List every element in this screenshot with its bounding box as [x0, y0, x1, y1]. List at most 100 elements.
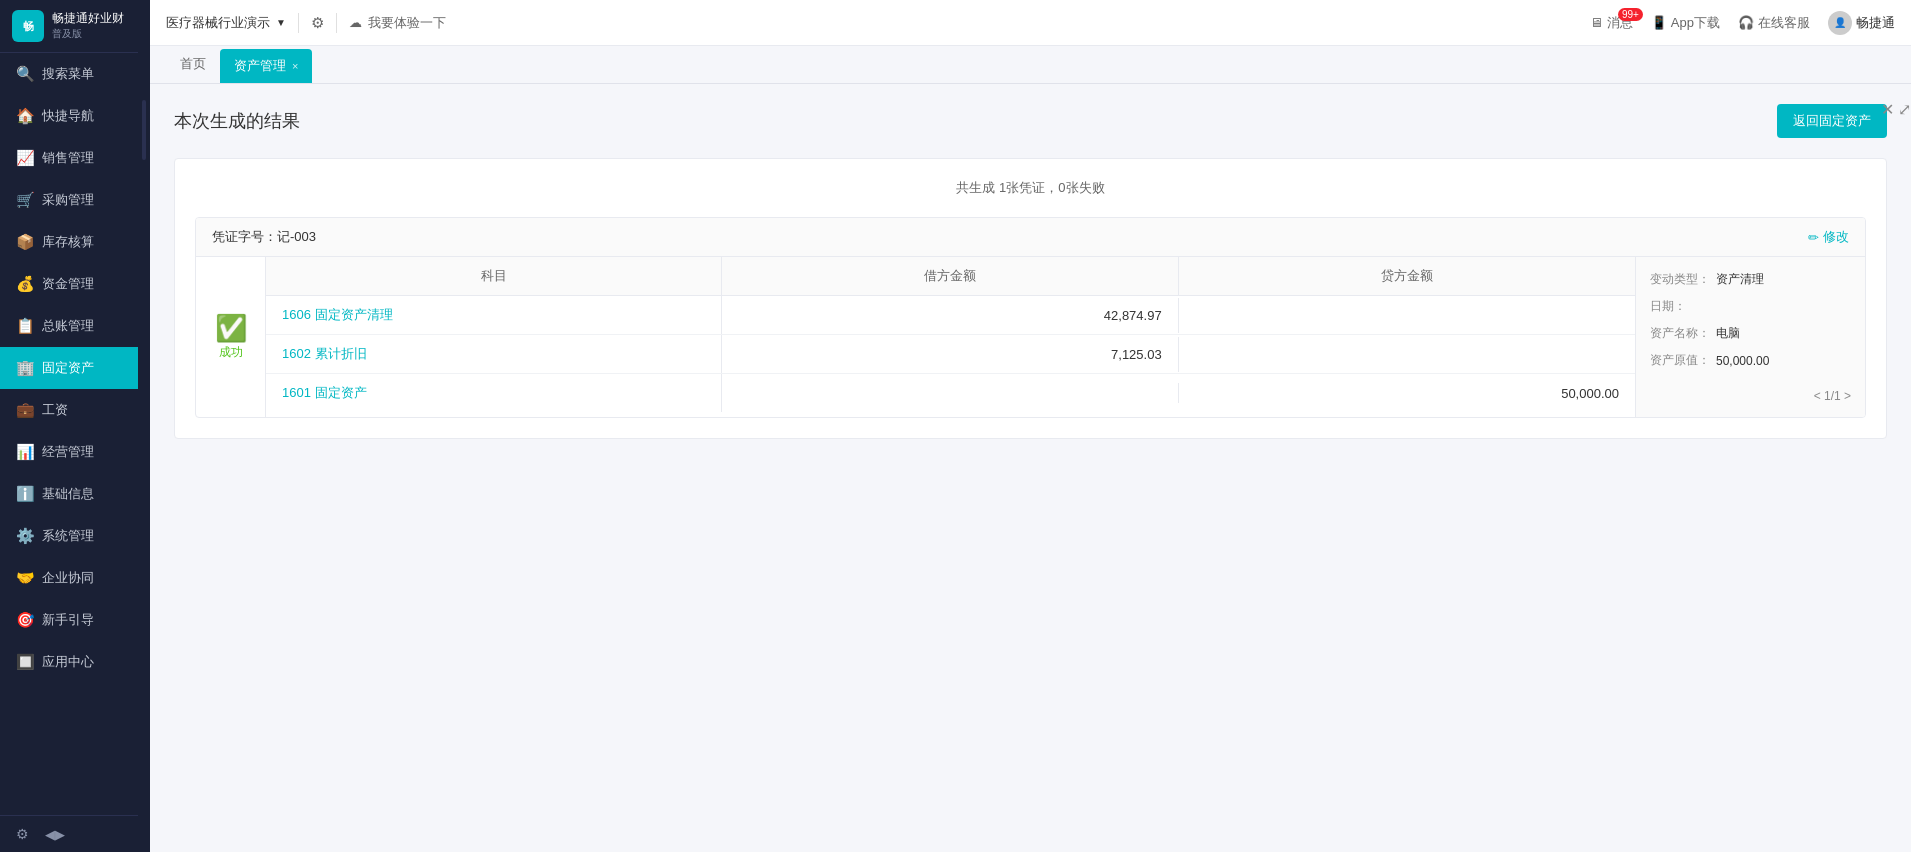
sidebar-item-basic-info[interactable]: ℹ️ 基础信息 [0, 473, 150, 515]
sidebar-item-quick-nav[interactable]: 🏠 快捷导航 [0, 95, 150, 137]
sidebar-nav: 🔍 搜索菜单 🏠 快捷导航 📈 销售管理 🛒 采购管理 📦 库存核算 💰 资金管… [0, 53, 150, 815]
brand-edition: 普及版 [52, 27, 124, 41]
sidebar-item-ledger[interactable]: 📋 总账管理 [0, 305, 150, 347]
tab-close-icon[interactable]: × [292, 60, 298, 72]
online-service-button[interactable]: 🎧 在线客服 [1738, 14, 1810, 32]
sidebar-item-funds[interactable]: 💰 资金管理 [0, 263, 150, 305]
change-type-row: 变动类型： 资产清理 [1650, 271, 1851, 288]
row3-debit [722, 383, 1178, 403]
sidebar-item-inventory[interactable]: 📦 库存核算 [0, 221, 150, 263]
sidebar: 畅 畅捷通好业财 普及版 🔍 搜索菜单 🏠 快捷导航 📈 销售管理 🛒 采购管理… [0, 0, 150, 852]
sidebar-item-operations[interactable]: 📊 经营管理 [0, 431, 150, 473]
sidebar-label-operations: 经营管理 [42, 443, 94, 461]
sidebar-item-guide[interactable]: 🎯 新手引导 [0, 599, 150, 641]
row2-debit: 7,125.03 [722, 337, 1178, 372]
result-summary: 共生成 1张凭证，0张失败 [195, 179, 1866, 197]
voucher-block: 凭证字号：记-003 ✏ 修改 ✅ 成功 [195, 217, 1866, 418]
purchase-icon: 🛒 [16, 191, 34, 209]
sidebar-item-payroll[interactable]: 💼 工资 [0, 389, 150, 431]
row3-credit: 50,000.00 [1179, 376, 1635, 411]
sidebar-item-enterprise[interactable]: 🤝 企业协同 [0, 557, 150, 599]
sidebar-item-system[interactable]: ⚙️ 系统管理 [0, 515, 150, 557]
avatar-icon: 👤 [1834, 17, 1846, 28]
experience-button[interactable]: ☁ 我要体验一下 [349, 14, 446, 32]
row1-debit: 42,874.97 [722, 298, 1178, 333]
voucher-header: 凭证字号：记-003 ✏ 修改 [196, 218, 1865, 257]
messages-button[interactable]: 🖥 消息 99+ [1590, 14, 1633, 32]
voucher-body: ✅ 成功 科目 借方金额 贷方金额 1606 固定资产清理 [196, 257, 1865, 417]
sidebar-label-system: 系统管理 [42, 527, 94, 545]
pagination[interactable]: < 1/1 > [1650, 389, 1851, 403]
payroll-icon: 💼 [16, 401, 34, 419]
page-title: 本次生成的结果 [174, 109, 300, 133]
sidebar-label-quick-nav: 快捷导航 [42, 107, 94, 125]
return-button[interactable]: 返回固定资产 [1777, 104, 1887, 138]
success-circle-icon: ✅ [215, 313, 247, 344]
settings-footer-icon[interactable]: ⚙ [16, 826, 29, 842]
message-icon: 🖥 [1590, 15, 1603, 30]
content-area: 首页 资产管理 × 本次生成的结果 返回固定资产 共生成 1张凭证，0张失败 凭… [150, 46, 1911, 852]
guide-icon: 🎯 [16, 611, 34, 629]
asset-value-label: 资产原值： [1650, 352, 1710, 369]
row1-subject: 1606 固定资产清理 [266, 296, 722, 334]
sidebar-item-search[interactable]: 🔍 搜索菜单 [0, 53, 150, 95]
tab-asset-management[interactable]: 资产管理 × [220, 49, 312, 83]
asset-name-value: 电脑 [1716, 325, 1740, 342]
online-service-label: 在线客服 [1758, 14, 1810, 32]
brand-name: 畅捷通好业财 [52, 11, 124, 27]
sidebar-label-app-center: 应用中心 [42, 653, 94, 671]
result-panel: 共生成 1张凭证，0张失败 凭证字号：记-003 ✏ 修改 ✅ [174, 158, 1887, 439]
success-column: ✅ 成功 [196, 257, 266, 417]
voucher-table: 科目 借方金额 贷方金额 1606 固定资产清理 42,874.97 1602 … [266, 257, 1635, 417]
sidebar-label-inventory: 库存核算 [42, 233, 94, 251]
row2-subject: 1602 累计折旧 [266, 335, 722, 373]
edit-icon: ✏ [1808, 230, 1819, 245]
close-panel-button[interactable]: ✕ [1881, 100, 1894, 119]
app-logo: 畅 [12, 10, 44, 42]
gear-icon[interactable]: ⚙ [311, 14, 324, 32]
toggle-sidebar-icon[interactable]: ◀▶ [45, 827, 65, 842]
inventory-icon: 📦 [16, 233, 34, 251]
sidebar-label-purchase: 采购管理 [42, 191, 94, 209]
table-row: 1606 固定资产清理 42,874.97 [266, 296, 1635, 335]
chevron-down-icon: ▼ [276, 17, 286, 28]
app-download-button[interactable]: 📱 App下载 [1651, 14, 1720, 32]
user-menu[interactable]: 👤 畅捷通 [1828, 11, 1895, 35]
sidebar-item-app-center[interactable]: 🔲 应用中心 [0, 641, 150, 683]
topbar-divider-2 [336, 13, 337, 33]
tab-home-label: 首页 [180, 56, 206, 71]
sidebar-item-fixed-assets[interactable]: 🏢 固定资产 [0, 347, 150, 389]
sidebar-label-guide: 新手引导 [42, 611, 94, 629]
company-selector[interactable]: 医疗器械行业演示 ▼ [166, 14, 286, 32]
sidebar-item-purchase[interactable]: 🛒 采购管理 [0, 179, 150, 221]
home-icon: 🏠 [16, 107, 34, 125]
header-debit: 借方金额 [722, 257, 1178, 295]
sidebar-label-sales: 销售管理 [42, 149, 94, 167]
page-content: 本次生成的结果 返回固定资产 共生成 1张凭证，0张失败 凭证字号：记-003 … [150, 84, 1911, 852]
sidebar-label-enterprise: 企业协同 [42, 569, 94, 587]
sidebar-label-ledger: 总账管理 [42, 317, 94, 335]
funds-icon: 💰 [16, 275, 34, 293]
asset-name-label: 资产名称： [1650, 325, 1710, 342]
change-type-label: 变动类型： [1650, 271, 1710, 288]
success-text: 成功 [219, 344, 243, 361]
experience-icon: ☁ [349, 15, 362, 30]
change-type-value: 资产清理 [1716, 271, 1764, 288]
edit-label: 修改 [1823, 228, 1849, 246]
tab-home[interactable]: 首页 [166, 47, 220, 83]
edit-voucher-button[interactable]: ✏ 修改 [1808, 228, 1849, 246]
expand-panel-button[interactable]: ⤢ [1898, 100, 1911, 119]
sidebar-label-payroll: 工资 [42, 401, 68, 419]
sidebar-item-sales[interactable]: 📈 销售管理 [0, 137, 150, 179]
service-icon: 🎧 [1738, 15, 1754, 30]
header-credit: 贷方金额 [1179, 257, 1635, 295]
brand-info: 畅捷通好业财 普及版 [52, 11, 124, 41]
sidebar-label-search: 搜索菜单 [42, 65, 94, 83]
sidebar-label-fixed-assets: 固定资产 [42, 359, 94, 377]
topbar: 医疗器械行业演示 ▼ ⚙ ☁ 我要体验一下 🖥 消息 99+ 📱 App下载 🎧… [150, 0, 1911, 46]
voucher-right-panel: 变动类型： 资产清理 日期： 资产名称： 电脑 [1635, 257, 1865, 417]
sidebar-footer: ⚙ ◀▶ [0, 815, 150, 852]
tab-active-label: 资产管理 [234, 57, 286, 75]
experience-label: 我要体验一下 [368, 14, 446, 32]
row2-credit [1179, 344, 1635, 364]
